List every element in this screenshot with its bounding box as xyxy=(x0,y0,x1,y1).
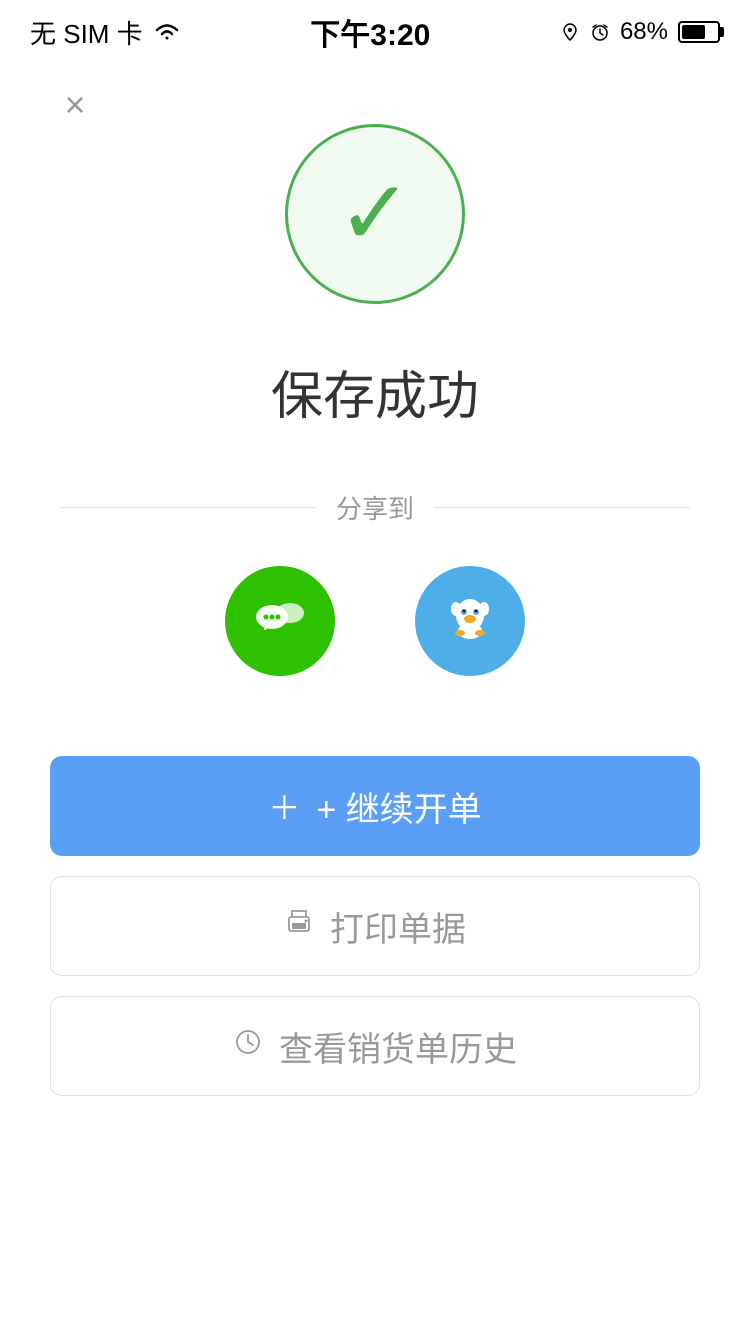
history-button-label: 查看销货单历史 xyxy=(279,1022,517,1071)
success-circle: ✓ xyxy=(285,124,465,304)
qq-share-button[interactable] xyxy=(415,566,525,676)
battery-percent: 68% xyxy=(620,18,668,46)
wechat-share-button[interactable] xyxy=(225,566,335,676)
alarm-icon xyxy=(590,22,610,42)
status-right: 68% xyxy=(560,18,720,46)
carrier-text: 无 SIM 卡 xyxy=(30,14,143,51)
checkmark-icon: ✓ xyxy=(337,169,412,259)
share-icons xyxy=(225,566,525,676)
qq-icon xyxy=(438,587,503,655)
status-bar: 无 SIM 卡 下午3:20 68% xyxy=(0,0,750,64)
clock-icon xyxy=(233,1027,263,1065)
divider-right xyxy=(434,507,690,508)
wifi-icon xyxy=(153,22,181,42)
action-buttons: ＋ + 继续开单 打印单据 查看销货单历 xyxy=(0,756,750,1096)
success-title: 保存成功 xyxy=(271,354,479,429)
print-button-label: 打印单据 xyxy=(330,902,466,951)
close-icon: × xyxy=(64,87,85,123)
battery-fill xyxy=(682,25,705,39)
divider-left xyxy=(60,507,316,508)
close-button[interactable]: × xyxy=(50,80,100,130)
continue-button[interactable]: ＋ + 继续开单 xyxy=(50,756,700,856)
plus-icon: ＋ xyxy=(268,783,300,829)
status-left: 无 SIM 卡 xyxy=(30,14,181,51)
continue-button-label: + 继续开单 xyxy=(316,782,481,831)
share-label: 分享到 xyxy=(316,489,434,526)
print-button[interactable]: 打印单据 xyxy=(50,876,700,976)
status-time: 下午3:20 xyxy=(310,10,430,54)
printer-icon xyxy=(284,907,314,945)
main-content: ✓ 保存成功 分享到 xyxy=(0,64,750,1096)
location-icon xyxy=(560,22,580,42)
share-divider: 分享到 xyxy=(0,489,750,526)
history-button[interactable]: 查看销货单历史 xyxy=(50,996,700,1096)
wechat-icon xyxy=(248,587,313,655)
battery-icon xyxy=(678,21,720,43)
